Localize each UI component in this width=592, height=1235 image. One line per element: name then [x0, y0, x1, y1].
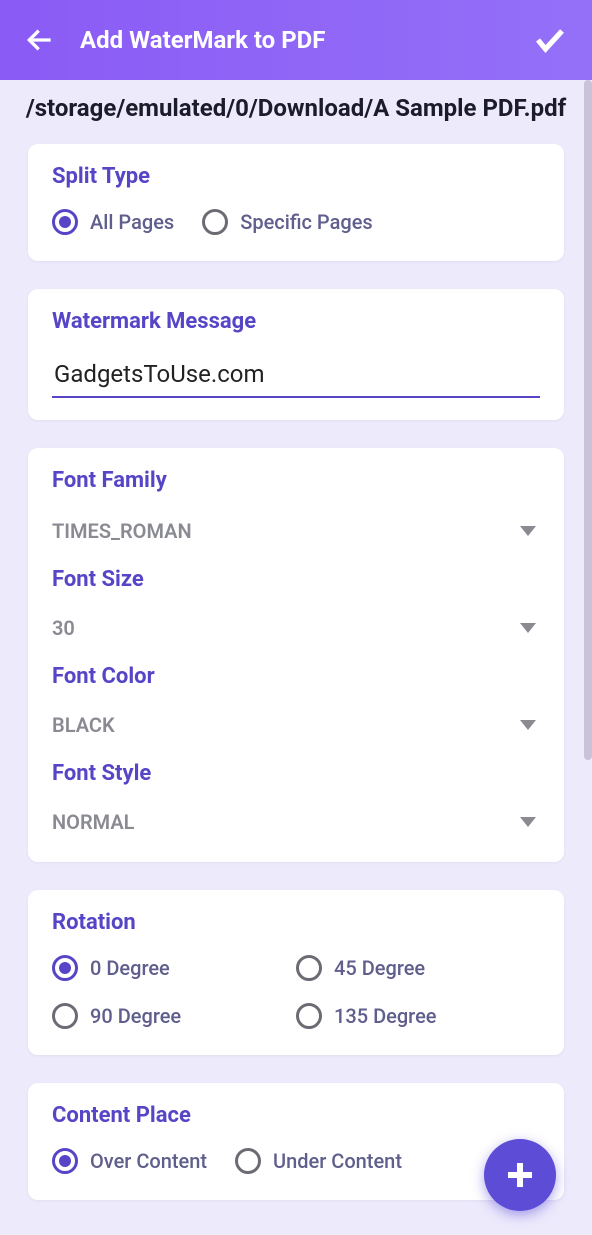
chevron-down-icon [516, 519, 540, 543]
font-color-title: Font Color [52, 664, 540, 689]
font-size-value: 30 [52, 616, 75, 640]
font-color-value: BLACK [52, 713, 115, 737]
add-fab-button[interactable] [484, 1139, 556, 1211]
confirm-check-icon[interactable] [532, 22, 568, 58]
radio-specific-pages-label: Specific Pages [240, 210, 372, 234]
font-family-title: Font Family [52, 468, 540, 493]
content-scroll: /storage/emulated/0/Download/A Sample PD… [0, 80, 592, 1235]
font-style-title: Font Style [52, 761, 540, 786]
chevron-down-icon [516, 810, 540, 834]
chevron-down-icon [516, 616, 540, 640]
radio-selected-icon [52, 955, 78, 981]
radio-rotation-0[interactable]: 0 Degree [52, 955, 278, 981]
radio-unselected-icon [235, 1148, 261, 1174]
radio-rotation-90-label: 90 Degree [90, 1004, 181, 1028]
radio-rotation-135-label: 135 Degree [334, 1004, 437, 1028]
radio-selected-icon [52, 209, 78, 235]
font-family-dropdown[interactable]: TIMES_ROMAN [52, 513, 540, 561]
watermark-message-card: Watermark Message [28, 289, 564, 420]
watermark-message-input[interactable] [52, 354, 540, 398]
radio-unselected-icon [296, 1003, 322, 1029]
radio-over-content[interactable]: Over Content [52, 1148, 207, 1174]
scrollbar-track [582, 80, 592, 1235]
radio-unselected-icon [296, 955, 322, 981]
radio-over-content-label: Over Content [90, 1149, 207, 1173]
font-color-dropdown[interactable]: BLACK [52, 707, 540, 755]
font-style-dropdown[interactable]: NORMAL [52, 804, 540, 840]
font-size-dropdown[interactable]: 30 [52, 610, 540, 658]
radio-rotation-135[interactable]: 135 Degree [296, 1003, 522, 1029]
radio-unselected-icon [202, 209, 228, 235]
radio-all-pages-label: All Pages [90, 210, 174, 234]
radio-under-content[interactable]: Under Content [235, 1148, 402, 1174]
rotation-title: Rotation [52, 910, 540, 935]
file-path-label: /storage/emulated/0/Download/A Sample PD… [0, 80, 592, 144]
app-header: Add WaterMark to PDF [0, 0, 592, 80]
radio-under-content-label: Under Content [273, 1149, 402, 1173]
content-place-card: Content Place Over Content Under Content [28, 1083, 564, 1200]
radio-unselected-icon [52, 1003, 78, 1029]
scrollbar-thumb[interactable] [584, 80, 592, 760]
font-card: Font Family TIMES_ROMAN Font Size 30 Fon… [28, 448, 564, 862]
radio-rotation-90[interactable]: 90 Degree [52, 1003, 278, 1029]
page-title: Add WaterMark to PDF [80, 26, 508, 54]
radio-selected-icon [52, 1148, 78, 1174]
radio-all-pages[interactable]: All Pages [52, 209, 174, 235]
split-type-title: Split Type [52, 164, 540, 189]
font-family-value: TIMES_ROMAN [52, 519, 192, 543]
rotation-card: Rotation 0 Degree 45 Degree 90 Degree 13… [28, 890, 564, 1055]
chevron-down-icon [516, 713, 540, 737]
split-type-card: Split Type All Pages Specific Pages [28, 144, 564, 261]
watermark-message-title: Watermark Message [52, 309, 540, 334]
content-place-title: Content Place [52, 1103, 540, 1128]
radio-specific-pages[interactable]: Specific Pages [202, 209, 372, 235]
font-style-value: NORMAL [52, 810, 134, 834]
font-size-title: Font Size [52, 567, 540, 592]
back-arrow-icon[interactable] [24, 24, 56, 56]
radio-rotation-0-label: 0 Degree [90, 956, 170, 980]
radio-rotation-45-label: 45 Degree [334, 956, 425, 980]
radio-rotation-45[interactable]: 45 Degree [296, 955, 522, 981]
